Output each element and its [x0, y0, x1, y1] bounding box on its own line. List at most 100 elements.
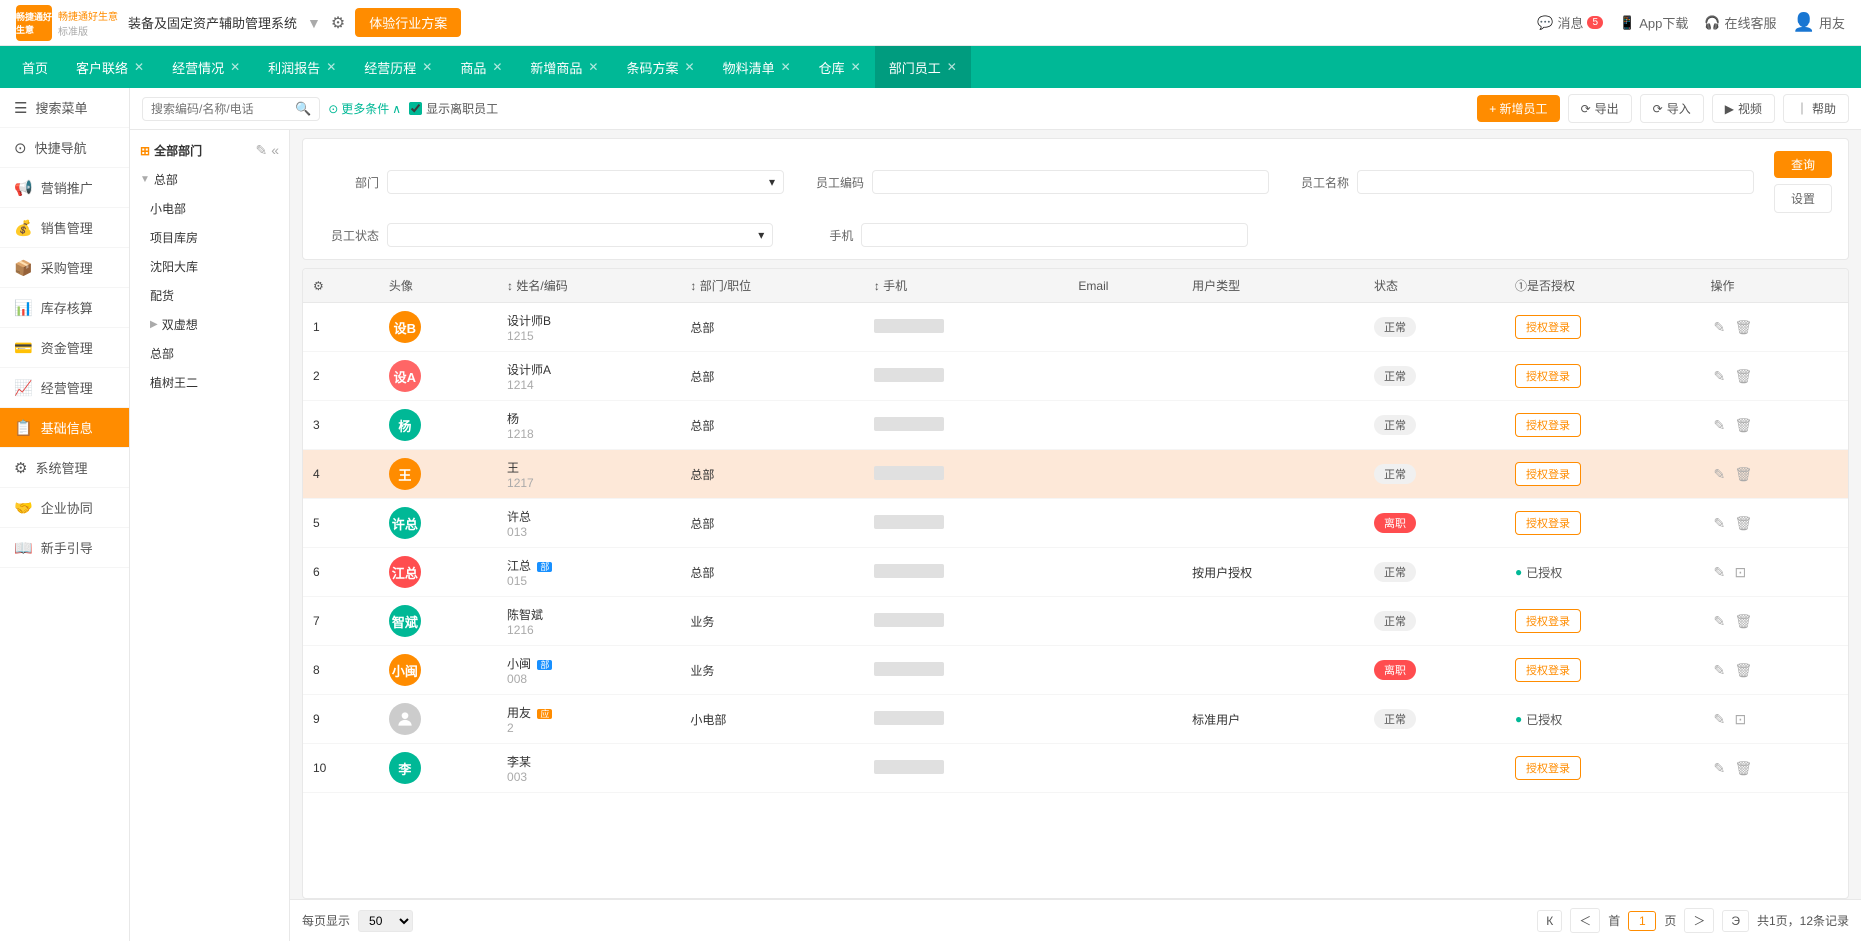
- close-icon[interactable]: ✕: [947, 60, 957, 74]
- online-service-item[interactable]: 🎧 在线客服: [1704, 13, 1776, 32]
- dept-tree-edit-icon[interactable]: ✎: [255, 142, 267, 159]
- edit-icon[interactable]: ✎: [1713, 368, 1725, 384]
- close-icon[interactable]: ✕: [422, 60, 432, 74]
- last-page-btn[interactable]: Э: [1722, 910, 1749, 932]
- sidebar-item-marketing[interactable]: 📢 营销推广: [0, 168, 129, 208]
- sidebar-item-guide[interactable]: 📖 新手引导: [0, 528, 129, 568]
- auth-login-btn[interactable]: 授权登录: [1515, 413, 1581, 437]
- col-phone[interactable]: ↕ 手机: [864, 269, 1069, 303]
- search-icon[interactable]: 🔍: [295, 101, 311, 117]
- nav-item-dept-staff[interactable]: 部门员工 ✕: [875, 46, 971, 88]
- status-select[interactable]: ▾: [387, 223, 773, 247]
- auth-login-btn[interactable]: 授权登录: [1515, 462, 1581, 486]
- show-resigned-label[interactable]: 显示离职员工: [409, 100, 498, 117]
- more-filter-btn[interactable]: ⊙ 更多条件 ∧: [328, 100, 401, 117]
- copy-icon[interactable]: ⊡: [1735, 564, 1747, 580]
- nav-item-customer[interactable]: 客户联络 ✕: [62, 46, 158, 88]
- emp-code-input[interactable]: [872, 170, 1269, 194]
- close-icon[interactable]: ✕: [134, 60, 144, 74]
- next-page-btn[interactable]: ＞: [1684, 908, 1714, 933]
- col-settings[interactable]: ⚙: [303, 269, 379, 303]
- sidebar-item-basic-info[interactable]: 📋 基础信息: [0, 408, 129, 448]
- system-title-dropdown-icon[interactable]: ▼: [307, 15, 321, 31]
- delete-icon[interactable]: 🗑: [1735, 515, 1753, 531]
- try-btn[interactable]: 体验行业方案: [355, 8, 461, 37]
- close-icon[interactable]: ✕: [230, 60, 240, 74]
- delete-icon[interactable]: 🗑: [1735, 613, 1753, 629]
- delete-icon[interactable]: 🗑: [1735, 760, 1753, 776]
- dept-select[interactable]: ▾: [387, 170, 784, 194]
- dept-tree-item-zongbu-sub[interactable]: 总部: [130, 339, 289, 368]
- nav-item-profit[interactable]: 利润报告 ✕: [254, 46, 350, 88]
- edit-icon[interactable]: ✎: [1713, 564, 1725, 580]
- edit-icon[interactable]: ✎: [1713, 515, 1725, 531]
- nav-item-history[interactable]: 经营历程 ✕: [350, 46, 446, 88]
- dept-tree-item-peihuo[interactable]: 配货: [130, 281, 289, 310]
- copy-icon[interactable]: ⊡: [1735, 711, 1747, 727]
- message-item[interactable]: 💬 消息 5: [1537, 13, 1603, 32]
- emp-name-input[interactable]: [1357, 170, 1754, 194]
- edit-icon[interactable]: ✎: [1713, 417, 1725, 433]
- dept-tree-item-xiaodiandbu[interactable]: 小电部: [130, 194, 289, 223]
- delete-icon[interactable]: 🗑: [1735, 417, 1753, 433]
- first-page-btn[interactable]: К: [1537, 910, 1562, 932]
- delete-icon[interactable]: 🗑: [1735, 662, 1753, 678]
- nav-item-operation[interactable]: 经营情况 ✕: [158, 46, 254, 88]
- search-input[interactable]: [151, 102, 291, 116]
- per-page-select[interactable]: 50 100: [358, 910, 413, 932]
- user-item[interactable]: 👤 用友: [1793, 12, 1845, 33]
- col-name[interactable]: ↕ 姓名/编码: [497, 269, 680, 303]
- dept-tree-item-project[interactable]: 项目库房: [130, 223, 289, 252]
- query-btn[interactable]: 查询: [1774, 151, 1832, 178]
- nav-item-bom[interactable]: 物料清单 ✕: [709, 46, 805, 88]
- edit-icon[interactable]: ✎: [1713, 613, 1725, 629]
- nav-item-add-goods[interactable]: 新增商品 ✕: [516, 46, 612, 88]
- dept-tree-collapse-icon[interactable]: «: [271, 142, 279, 159]
- sidebar-item-collab[interactable]: 🤝 企业协同: [0, 488, 129, 528]
- dept-tree-item-plant[interactable]: 植树王二: [130, 368, 289, 397]
- auth-login-btn[interactable]: 授权登录: [1515, 609, 1581, 633]
- help-btn[interactable]: ｜ 帮助: [1783, 94, 1849, 123]
- sidebar-item-shortcut[interactable]: ⊙ 快捷导航: [0, 128, 129, 168]
- col-dept[interactable]: ↕ 部门/职位: [680, 269, 863, 303]
- auth-login-btn[interactable]: 授权登录: [1515, 658, 1581, 682]
- auth-login-btn[interactable]: 授权登录: [1515, 315, 1581, 339]
- close-icon[interactable]: ✕: [851, 60, 861, 74]
- delete-icon[interactable]: 🗑: [1735, 319, 1753, 335]
- sidebar-item-purchase[interactable]: 📦 采购管理: [0, 248, 129, 288]
- sidebar-item-system[interactable]: ⚙ 系统管理: [0, 448, 129, 488]
- auth-login-btn[interactable]: 授权登录: [1515, 756, 1581, 780]
- settings-icon[interactable]: ⚙: [331, 13, 345, 33]
- close-icon[interactable]: ✕: [781, 60, 791, 74]
- auth-login-btn[interactable]: 授权登录: [1515, 364, 1581, 388]
- nav-item-barcode[interactable]: 条码方案 ✕: [612, 46, 708, 88]
- nav-item-home[interactable]: 首页: [8, 46, 62, 88]
- edit-icon[interactable]: ✎: [1713, 711, 1725, 727]
- edit-icon[interactable]: ✎: [1713, 760, 1725, 776]
- close-icon[interactable]: ✕: [588, 60, 598, 74]
- close-icon[interactable]: ✕: [492, 60, 502, 74]
- edit-icon[interactable]: ✎: [1713, 466, 1725, 482]
- sidebar-item-search[interactable]: ☰ 搜索菜单: [0, 88, 129, 128]
- sidebar-item-finance[interactable]: 💳 资金管理: [0, 328, 129, 368]
- import-btn[interactable]: ⟳ 导入: [1640, 94, 1704, 123]
- nav-item-goods[interactable]: 商品 ✕: [446, 46, 516, 88]
- sidebar-item-business[interactable]: 📈 经营管理: [0, 368, 129, 408]
- auth-login-btn[interactable]: 授权登录: [1515, 511, 1581, 535]
- set-btn[interactable]: 设置: [1774, 184, 1832, 213]
- add-employee-btn[interactable]: + 新增员工: [1477, 95, 1559, 122]
- edit-icon[interactable]: ✎: [1713, 662, 1725, 678]
- app-download-item[interactable]: 📱 App下载: [1619, 13, 1688, 32]
- dept-tree-item-zongbu-root[interactable]: ▼ 总部: [130, 165, 289, 194]
- sidebar-item-inventory[interactable]: 📊 库存核算: [0, 288, 129, 328]
- video-btn[interactable]: ▶ 视频: [1712, 94, 1775, 123]
- export-btn[interactable]: ⟳ 导出: [1568, 94, 1632, 123]
- sidebar-item-sales[interactable]: 💰 销售管理: [0, 208, 129, 248]
- phone-input[interactable]: [861, 223, 1247, 247]
- close-icon[interactable]: ✕: [326, 60, 336, 74]
- edit-icon[interactable]: ✎: [1713, 319, 1725, 335]
- dept-tree-item-shuangxu[interactable]: ▶ 双虚想: [130, 310, 289, 339]
- prev-page-btn[interactable]: ＜: [1570, 908, 1600, 933]
- dept-tree-item-shenyang[interactable]: 沈阳大库: [130, 252, 289, 281]
- show-resigned-checkbox[interactable]: [409, 102, 422, 115]
